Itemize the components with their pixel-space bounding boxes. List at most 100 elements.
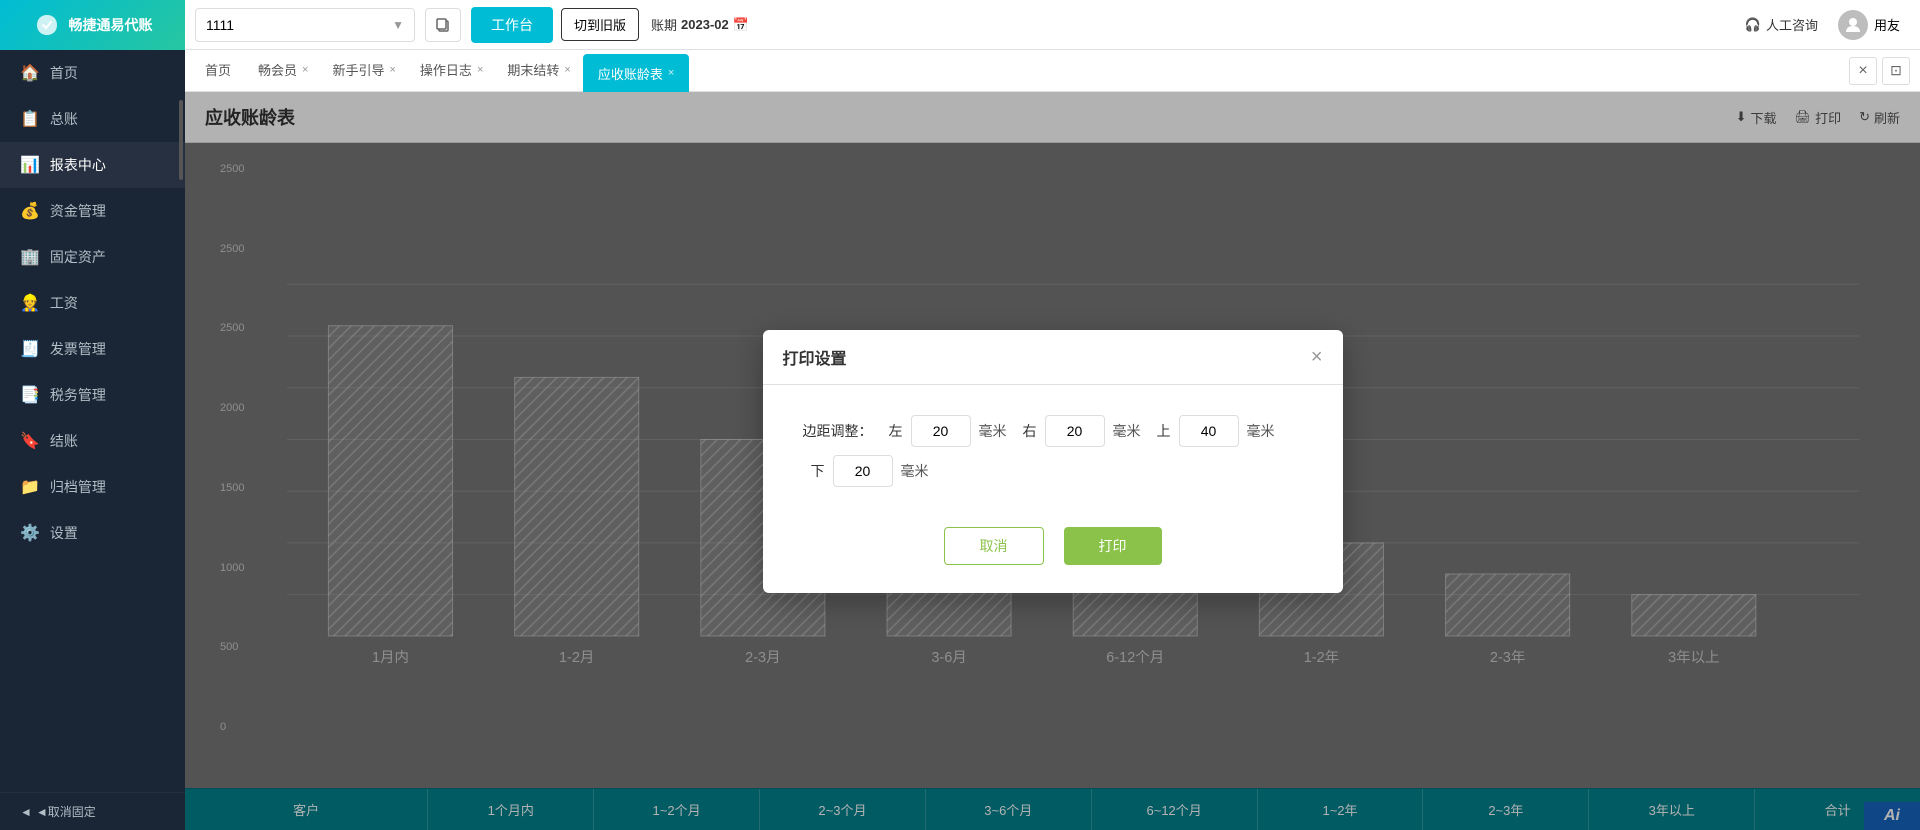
left-margin-unit: 毫米 xyxy=(979,421,1007,441)
modal-header: 打印设置 × xyxy=(763,330,1343,385)
tab-members[interactable]: 畅会员 × xyxy=(246,50,320,91)
sidebar-item-finance[interactable]: 💰 资金管理 xyxy=(0,188,185,234)
sidebar-label-settings: 设置 xyxy=(50,523,78,543)
modal-footer: 取消 打印 xyxy=(763,517,1343,593)
tab-guide[interactable]: 新手引导 × xyxy=(320,50,407,91)
sidebar-item-archive[interactable]: 📁 归档管理 xyxy=(0,464,185,510)
sidebar-scrollbar[interactable] xyxy=(179,100,183,180)
tax-icon: 📑 xyxy=(20,385,40,405)
modal-close-button[interactable]: × xyxy=(1311,347,1323,367)
tab-period-close[interactable]: 期末结转 × xyxy=(495,50,582,91)
assets-icon: 🏢 xyxy=(20,247,40,267)
modal-dialog: 打印设置 × 边距调整： 左 毫米 右 毫米 上 xyxy=(763,330,1343,593)
dropdown-arrow-icon: ▼ xyxy=(392,18,404,32)
user-icon xyxy=(1844,16,1862,34)
tab-maximize-button[interactable]: ⊡ xyxy=(1882,57,1910,85)
tabs-bar: 首页 畅会员 × 新手引导 × 操作日志 × 期末结转 × xyxy=(185,50,1920,92)
tab-close-oplog[interactable]: × xyxy=(477,64,483,76)
margin-adjust-label: 边距调整： xyxy=(803,421,873,441)
sidebar-item-checkout[interactable]: 🔖 结账 xyxy=(0,418,185,464)
tab-label-period-close: 期末结转 xyxy=(507,60,559,79)
collapse-arrow-icon: ◄ xyxy=(20,805,32,819)
consult-button[interactable]: 🎧 人工咨询 xyxy=(1745,15,1818,34)
sidebar-collapse-btn[interactable]: ◄ ◄取消固定 xyxy=(0,792,185,830)
tab-oplog[interactable]: 操作日志 × xyxy=(408,50,495,91)
salary-icon: 👷 xyxy=(20,293,40,313)
bottom-margin-input[interactable] xyxy=(833,455,893,487)
sidebar-item-tax[interactable]: 📑 税务管理 xyxy=(0,372,185,418)
tab-label-ar-aging: 应收账龄表 xyxy=(598,64,663,83)
account-period-label: 账期 xyxy=(651,15,677,34)
headphone-icon: 🎧 xyxy=(1745,17,1761,33)
sidebar-item-assets[interactable]: 🏢 固定资产 xyxy=(0,234,185,280)
invoice-icon: 🧾 xyxy=(20,339,40,359)
ledger-icon: 📋 xyxy=(20,109,40,129)
sidebar-item-settings[interactable]: ⚙️ 设置 xyxy=(0,510,185,556)
tab-label-oplog: 操作日志 xyxy=(420,60,472,79)
bottom-margin-unit: 毫米 xyxy=(901,461,929,481)
settings-icon: ⚙️ xyxy=(20,523,40,543)
tab-label-members: 畅会员 xyxy=(258,60,297,79)
tab-close-guide[interactable]: × xyxy=(389,64,395,76)
tab-ar-aging[interactable]: 应收账龄表 × xyxy=(583,54,689,92)
modal-cancel-button[interactable]: 取消 xyxy=(944,527,1044,565)
tab-home[interactable]: 首页 xyxy=(190,50,246,91)
left-margin-input[interactable] xyxy=(911,415,971,447)
user-label: 用友 xyxy=(1874,15,1900,34)
workbench-button[interactable]: 工作台 xyxy=(471,7,553,43)
sidebar-label-home: 首页 xyxy=(50,63,78,83)
sidebar-label-invoice: 发票管理 xyxy=(50,339,106,359)
finance-icon: 💰 xyxy=(20,201,40,221)
top-margin-label: 上 xyxy=(1157,421,1171,441)
company-selector[interactable]: 1111 ▼ xyxy=(195,8,415,42)
sidebar-item-home[interactable]: 🏠 首页 xyxy=(0,50,185,96)
content-area: 首页 畅会员 × 新手引导 × 操作日志 × 期末结转 × xyxy=(185,50,1920,830)
sidebar-item-ledger[interactable]: 📋 总账 xyxy=(0,96,185,142)
sidebar-label-ledger: 总账 xyxy=(50,109,78,129)
sidebar-item-reports[interactable]: 📊 报表中心 xyxy=(0,142,185,188)
consult-label: 人工咨询 xyxy=(1766,15,1818,34)
user-area[interactable]: 用友 xyxy=(1838,10,1900,40)
tab-close-period-close[interactable]: × xyxy=(564,64,570,76)
modal-print-button[interactable]: 打印 xyxy=(1064,527,1162,565)
sidebar-label-checkout: 结账 xyxy=(50,431,78,451)
company-name: 1111 xyxy=(206,17,392,33)
copy-button[interactable] xyxy=(425,8,461,42)
sidebar-label-tax: 税务管理 xyxy=(50,385,106,405)
calendar-icon[interactable]: 📅 xyxy=(733,17,749,33)
home-icon: 🏠 xyxy=(20,63,40,83)
collapse-label: ◄取消固定 xyxy=(36,803,96,820)
sidebar-label-finance: 资金管理 xyxy=(50,201,106,221)
sidebar: 🏠 首页 📋 总账 📊 报表中心 💰 资金管理 🏢 固定资产 xyxy=(0,50,185,830)
reports-icon: 📊 xyxy=(20,155,40,175)
tab-label-guide: 新手引导 xyxy=(332,60,384,79)
sidebar-item-salary[interactable]: 👷 工资 xyxy=(0,280,185,326)
top-margin-unit: 毫米 xyxy=(1247,421,1275,441)
modal-body: 边距调整： 左 毫米 右 毫米 上 毫米 下 毫 xyxy=(763,385,1343,517)
tab-close-ar-aging[interactable]: × xyxy=(668,67,674,79)
switch-old-button[interactable]: 切到旧版 xyxy=(561,8,639,41)
right-margin-unit: 毫米 xyxy=(1113,421,1141,441)
logo-area: 畅捷通易代账 xyxy=(0,0,185,50)
sidebar-label-reports: 报表中心 xyxy=(50,155,106,175)
sidebar-label-archive: 归档管理 xyxy=(50,477,106,497)
modal-overlay: 打印设置 × 边距调整： 左 毫米 右 毫米 上 xyxy=(185,92,1920,830)
archive-icon: 📁 xyxy=(20,477,40,497)
tab-close-all-button[interactable]: × xyxy=(1849,57,1877,85)
right-margin-input[interactable] xyxy=(1045,415,1105,447)
sidebar-item-invoice[interactable]: 🧾 发票管理 xyxy=(0,326,185,372)
app-title: 畅捷通易代账 xyxy=(69,15,153,35)
sidebar-label-assets: 固定资产 xyxy=(50,247,106,267)
logo-icon xyxy=(33,11,61,39)
top-margin-input[interactable] xyxy=(1179,415,1239,447)
tab-close-members[interactable]: × xyxy=(302,64,308,76)
tab-label-home: 首页 xyxy=(205,60,231,79)
sidebar-label-salary: 工资 xyxy=(50,293,78,313)
copy-icon xyxy=(435,17,451,33)
right-margin-label: 右 xyxy=(1023,421,1037,441)
modal-title: 打印设置 xyxy=(783,345,847,369)
checkout-icon: 🔖 xyxy=(20,431,40,451)
left-margin-label: 左 xyxy=(889,421,903,441)
page-area: 应收账龄表 ⬇ 下载 🖨 打印 ↻ 刷新 xyxy=(185,92,1920,830)
bottom-margin-label: 下 xyxy=(811,461,825,481)
